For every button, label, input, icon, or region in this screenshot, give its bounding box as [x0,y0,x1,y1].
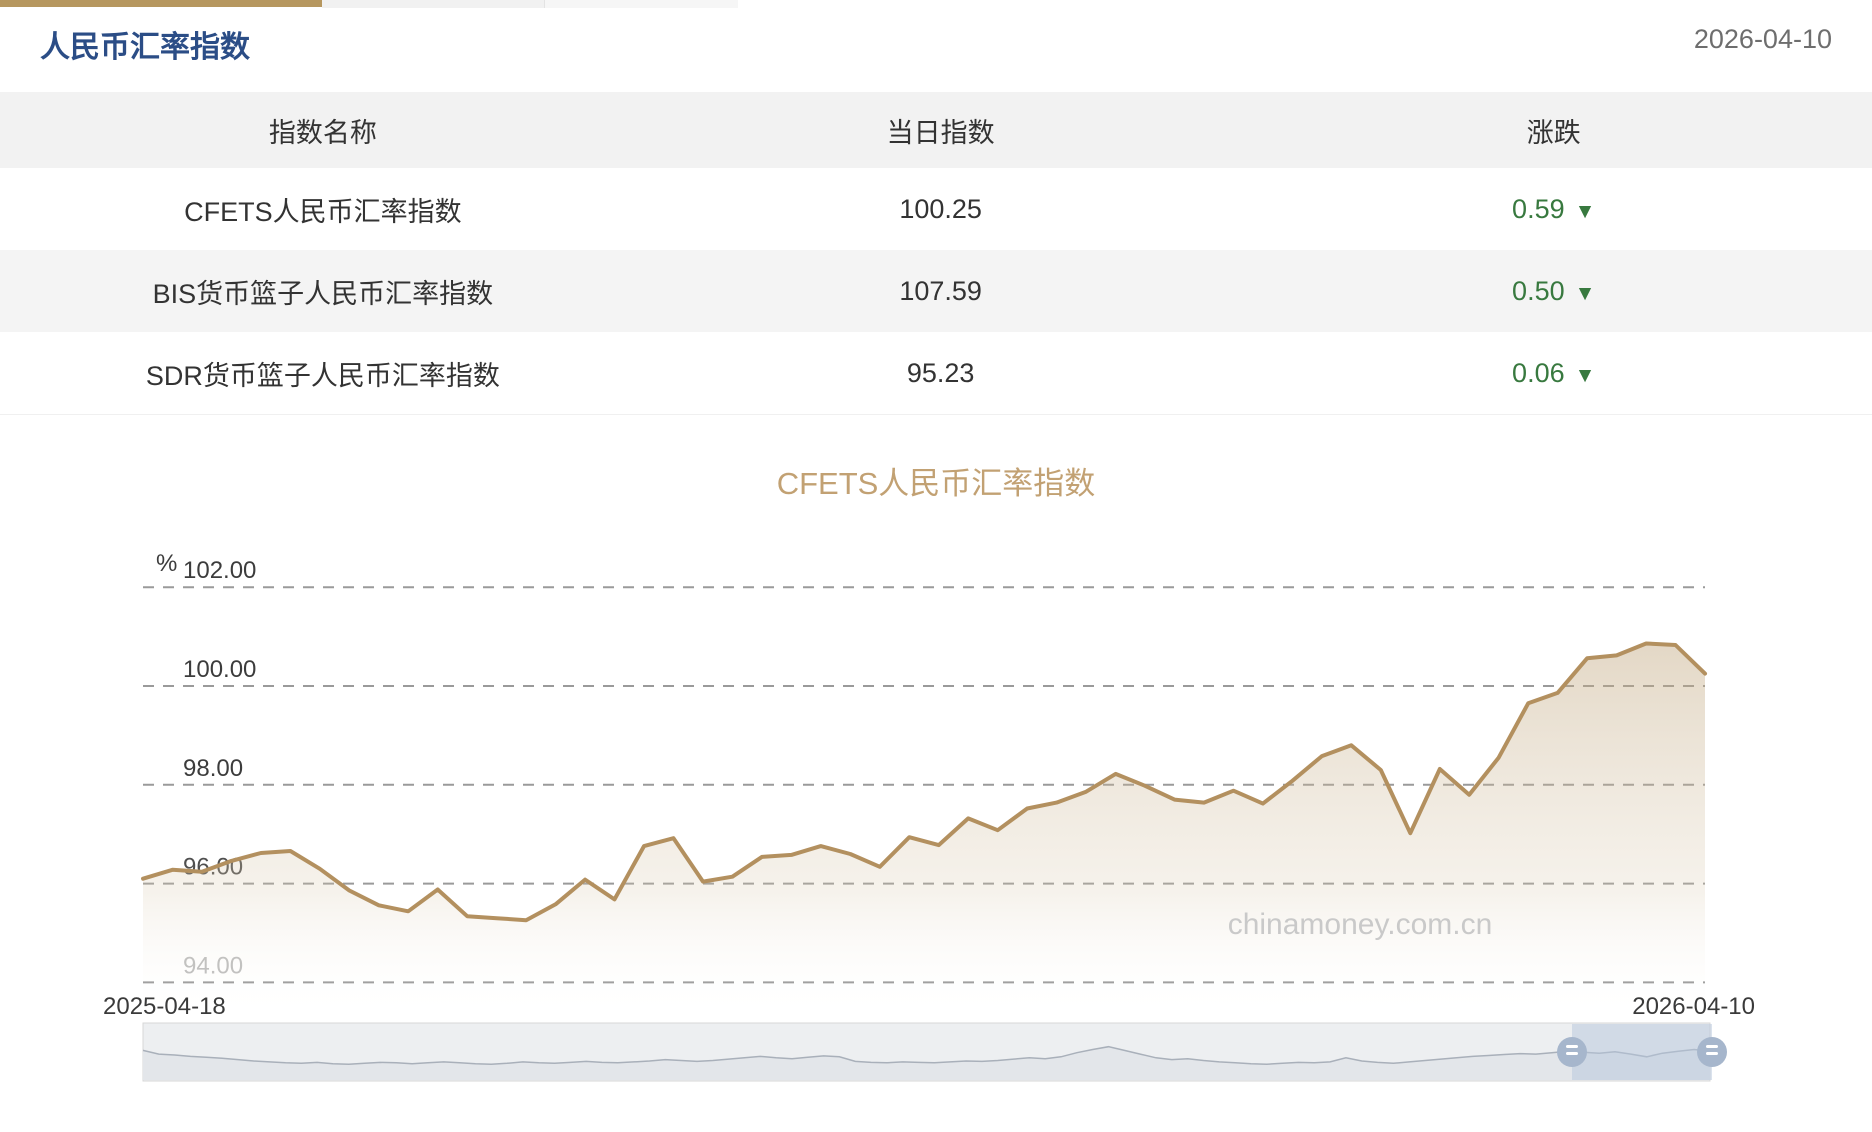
handle-grip-line [1566,1045,1578,1048]
x-axis-end-label: 2026-04-10 [1632,993,1755,1020]
area-fill [143,644,1705,1021]
navigator-selected-range[interactable] [1572,1024,1712,1080]
y-tick-label: 102.00 [183,557,256,584]
y-tick-label: 100.00 [183,656,256,683]
x-axis-start-label: 2025-04-18 [103,993,226,1020]
rate-trend-chart[interactable]: 102.00100.0098.0096.0094.00%chinamoney.c… [0,0,1872,1132]
watermark: chinamoney.com.cn [1228,908,1493,941]
y-axis-unit: % [156,550,177,577]
handle-grip-line [1706,1052,1718,1055]
y-tick-label: 98.00 [183,755,243,782]
handle-grip-line [1706,1045,1718,1048]
handle-grip-line [1566,1052,1578,1055]
